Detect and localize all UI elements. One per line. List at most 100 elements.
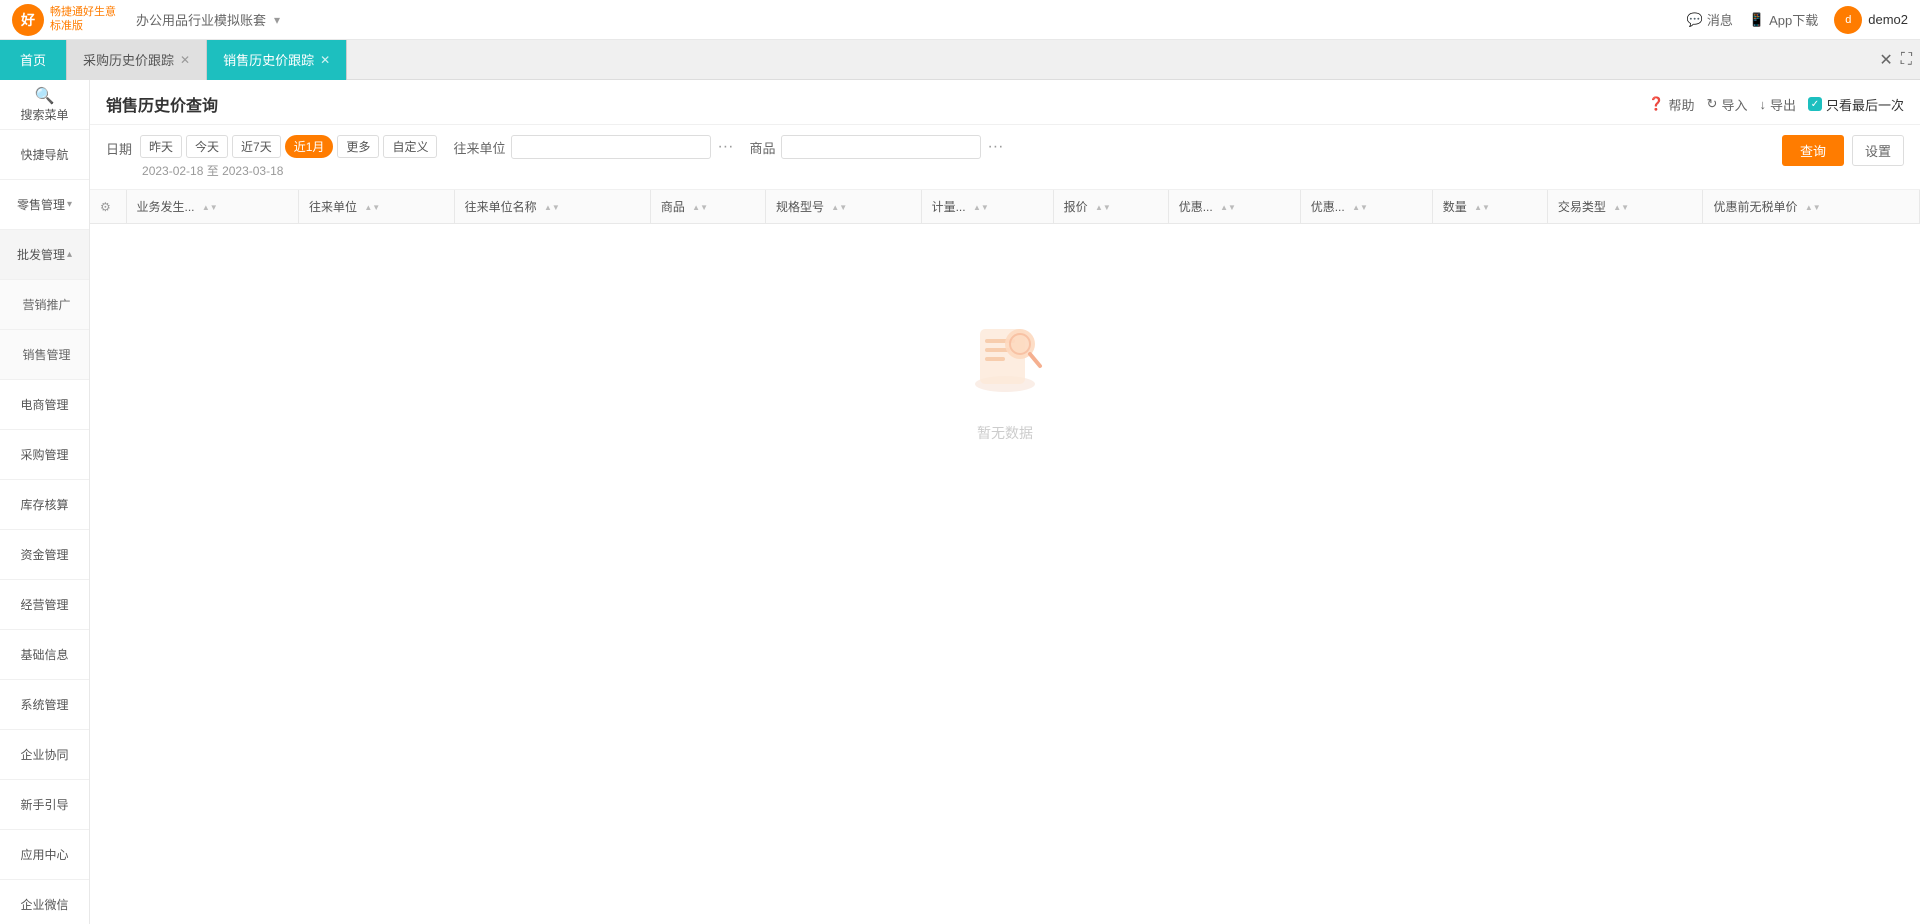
sidebar-item-corp-wechat[interactable]: 企业微信 xyxy=(0,880,89,924)
filter-actions: 查询 设置 xyxy=(1782,135,1904,166)
sort-discount1-icon[interactable]: ▲▼ xyxy=(1220,203,1236,212)
date-btn-more[interactable]: 更多 xyxy=(337,135,379,158)
sort-price-icon[interactable]: ▲▼ xyxy=(1095,203,1111,212)
sidebar-guide-label: 新手引导 xyxy=(20,796,68,813)
sort-product-icon[interactable]: ▲▼ xyxy=(692,203,708,212)
import-icon: ↻ xyxy=(1707,96,1718,112)
sidebar-inventory-label: 库存核算 xyxy=(20,496,68,513)
col-quantity: 数量 ▲▼ xyxy=(1432,190,1547,224)
page-actions: ❓ 帮助 ↻ 导入 ↓ 导出 只看最后一次 xyxy=(1648,95,1904,114)
sort-quantity-icon[interactable]: ▲▼ xyxy=(1474,203,1490,212)
tab-sales-close-icon[interactable]: ✕ xyxy=(320,53,330,67)
date-buttons: 昨天 今天 近7天 近1月 更多 自定义 xyxy=(140,135,437,158)
sort-unit-icon[interactable]: ▲▼ xyxy=(973,203,989,212)
sidebar-item-quick-nav[interactable]: 快捷导航 xyxy=(0,130,89,180)
show-latest-group: 只看最后一次 xyxy=(1808,95,1904,114)
sidebar-item-system[interactable]: 系统管理 xyxy=(0,680,89,730)
sidebar-quicknav-label: 快捷导航 xyxy=(20,146,68,163)
partner-filter-input[interactable] xyxy=(511,135,711,159)
sidebar-item-base-info[interactable]: 基础信息 xyxy=(0,630,89,680)
data-table: ⚙ 业务发生... ▲▼ 往来单位 ▲▼ 往来单位名称 ▲▼ xyxy=(90,190,1920,224)
tab-home-label: 首页 xyxy=(20,50,46,69)
wholesale-arrow-icon: ▴ xyxy=(67,249,72,260)
date-filter-group: 日期 昨天 今天 近7天 近1月 更多 自定义 2023-02-18 至 202… xyxy=(106,135,437,179)
filter-dates: 昨天 今天 近7天 近1月 更多 自定义 2023-02-18 至 2023-0… xyxy=(140,135,437,179)
mobile-icon: 📱 xyxy=(1749,12,1765,28)
col-partner-code: 往来单位 ▲▼ xyxy=(299,190,455,224)
message-button[interactable]: 💬 消息 xyxy=(1687,10,1733,29)
sort-spec-icon[interactable]: ▲▼ xyxy=(831,203,847,212)
sidebar-item-sales-mgmt[interactable]: 销售管理 xyxy=(0,330,89,380)
show-latest-checkbox[interactable] xyxy=(1808,97,1822,111)
sidebar-item-retail[interactable]: 零售管理 ▾ xyxy=(0,180,89,230)
page-title: 销售历史价查询 xyxy=(106,92,218,116)
logo-area: 好 畅捷通好生意 标准版 xyxy=(12,4,116,36)
partner-filter-dots[interactable]: ··· xyxy=(717,138,733,156)
sidebar-finance-label: 资金管理 xyxy=(20,546,68,563)
product-filter-input[interactable] xyxy=(781,135,981,159)
logo-icon: 好 xyxy=(12,4,44,36)
sidebar-wholesale-label: 批发管理 xyxy=(17,246,65,263)
sidebar-item-finance[interactable]: 资金管理 xyxy=(0,530,89,580)
username: demo2 xyxy=(1868,12,1908,27)
sidebar-item-enterprise[interactable]: 企业协同 xyxy=(0,730,89,780)
product-filter-dots[interactable]: ··· xyxy=(987,138,1003,156)
sidebar-sub-wholesale: 营销推广 销售管理 xyxy=(0,280,89,380)
user-area[interactable]: d demo2 xyxy=(1834,6,1908,34)
tab-purchase-history[interactable]: 采购历史价跟踪 ✕ xyxy=(67,40,207,80)
app-title: 办公用品行业模拟账套 xyxy=(136,10,266,29)
sort-pretax-price-icon[interactable]: ▲▼ xyxy=(1805,203,1821,212)
sidebar-item-guide[interactable]: 新手引导 xyxy=(0,780,89,830)
date-btn-today[interactable]: 今天 xyxy=(186,135,228,158)
export-button[interactable]: ↓ 导出 xyxy=(1759,95,1796,114)
sidebar-retail-label: 零售管理 xyxy=(17,196,65,213)
col-partner-name: 往来单位名称 ▲▼ xyxy=(454,190,650,224)
col-unit: 计量... ▲▼ xyxy=(921,190,1053,224)
col-discount1: 优惠... ▲▼ xyxy=(1168,190,1300,224)
sidebar-item-purchase[interactable]: 采购管理 xyxy=(0,430,89,480)
table-settings-icon[interactable]: ⚙ xyxy=(100,200,111,214)
tabbar-actions: ✕ ⛶ xyxy=(1879,50,1920,70)
sidebar-item-operation[interactable]: 经营管理 xyxy=(0,580,89,630)
sidebar-item-app-center[interactable]: 应用中心 xyxy=(0,830,89,880)
col-product: 商品 ▲▼ xyxy=(650,190,765,224)
sort-trade-type-icon[interactable]: ▲▼ xyxy=(1613,203,1629,212)
table-header: ⚙ 业务发生... ▲▼ 往来单位 ▲▼ 往来单位名称 ▲▼ xyxy=(90,190,1920,224)
empty-illustration xyxy=(955,304,1055,407)
date-btn-1month[interactable]: 近1月 xyxy=(285,135,334,158)
sidebar-item-wholesale[interactable]: 批发管理 ▴ xyxy=(0,230,89,280)
logo-text: 畅捷通好生意 标准版 xyxy=(50,6,116,32)
tabbar: 首页 采购历史价跟踪 ✕ 销售历史价跟踪 ✕ ✕ ⛶ xyxy=(0,40,1920,80)
sort-discount2-icon[interactable]: ▲▼ xyxy=(1352,203,1368,212)
fullscreen-icon[interactable]: ⛶ xyxy=(1901,51,1912,69)
query-button[interactable]: 查询 xyxy=(1782,135,1844,166)
sidebar-item-ecommerce[interactable]: 电商管理 xyxy=(0,380,89,430)
tab-sales-history[interactable]: 销售历史价跟踪 ✕ xyxy=(207,40,347,80)
tab-home[interactable]: 首页 xyxy=(0,40,67,80)
tab-sales-history-label: 销售历史价跟踪 xyxy=(223,50,314,69)
message-icon: 💬 xyxy=(1687,12,1703,28)
close-tab-icon[interactable]: ✕ xyxy=(1879,50,1892,70)
table-header-row: ⚙ 业务发生... ▲▼ 往来单位 ▲▼ 往来单位名称 ▲▼ xyxy=(90,190,1920,224)
import-button[interactable]: ↻ 导入 xyxy=(1707,95,1748,114)
sort-partner-name-icon[interactable]: ▲▼ xyxy=(544,203,560,212)
table-container: ⚙ 业务发生... ▲▼ 往来单位 ▲▼ 往来单位名称 ▲▼ xyxy=(90,190,1920,924)
sort-biz-date-icon[interactable]: ▲▼ xyxy=(202,203,218,212)
sidebar-search-label: 搜索菜单 xyxy=(20,106,68,123)
date-btn-custom[interactable]: 自定义 xyxy=(383,135,437,158)
col-settings: ⚙ xyxy=(90,190,126,224)
tab-purchase-history-label: 采购历史价跟踪 xyxy=(83,50,174,69)
sidebar-purchase-label: 采购管理 xyxy=(20,446,68,463)
sidebar-item-search[interactable]: 🔍 搜索菜单 xyxy=(0,80,89,130)
app-download-button[interactable]: 📱 App下载 xyxy=(1749,10,1818,29)
sidebar-item-marketing[interactable]: 营销推广 xyxy=(0,280,89,330)
tab-purchase-close-icon[interactable]: ✕ xyxy=(180,53,190,67)
sidebar-corpwechat-label: 企业微信 xyxy=(20,896,68,913)
sort-partner-code-icon[interactable]: ▲▼ xyxy=(364,203,380,212)
sidebar-item-inventory[interactable]: 库存核算 xyxy=(0,480,89,530)
date-btn-7days[interactable]: 近7天 xyxy=(232,135,281,158)
settings-button[interactable]: 设置 xyxy=(1852,135,1904,166)
dropdown-icon[interactable]: ▾ xyxy=(274,13,280,27)
date-btn-yesterday[interactable]: 昨天 xyxy=(140,135,182,158)
help-button[interactable]: ❓ 帮助 xyxy=(1648,95,1694,114)
